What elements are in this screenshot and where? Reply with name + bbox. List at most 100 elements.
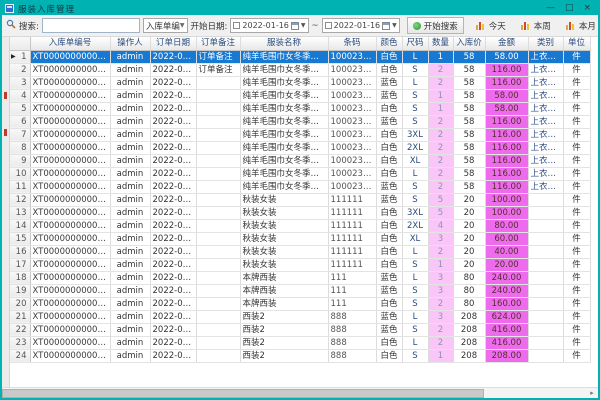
column-header[interactable]: 订单备注 <box>196 37 241 51</box>
grid-cell[interactable]: 100023767054 <box>328 128 377 142</box>
grid-cell[interactable]: 2XL <box>402 219 429 233</box>
grid-cell[interactable]: 纯羊毛围巾女冬季韩版加厚保... <box>240 102 329 116</box>
grid-cell[interactable]: 20 <box>453 232 486 246</box>
grid-cell[interactable]: 20 <box>453 245 486 259</box>
grid-cell[interactable]: 秋装女装 <box>240 219 329 233</box>
grid-cell[interactable] <box>528 271 564 285</box>
grid-cell[interactable] <box>528 245 564 259</box>
grid-cell[interactable]: 1 <box>428 258 454 272</box>
row-header[interactable]: 9 <box>10 154 31 168</box>
filter-month-button[interactable]: 本月 <box>560 17 600 34</box>
grid-cell[interactable]: 纯羊毛围巾女冬季韩版加厚保... <box>240 128 329 142</box>
column-header[interactable]: 服装名称 <box>240 37 329 51</box>
grid-cell[interactable]: 2 <box>428 63 454 77</box>
grid-cell[interactable]: admin <box>110 167 151 181</box>
grid-cell[interactable]: 上衣→女 <box>528 102 564 116</box>
grid-cell[interactable]: 上衣→女 <box>528 50 564 64</box>
grid-cell[interactable]: 116.00 <box>485 128 529 142</box>
grid-cell[interactable]: 件 <box>563 336 591 350</box>
grid-cell[interactable]: 80.00 <box>485 219 529 233</box>
table-row[interactable]: 12XT000000000004admin2022-01-04 秋装女装11111… <box>10 193 591 207</box>
chevron-down-icon[interactable]: ▼ <box>301 22 306 29</box>
table-row[interactable]: 13XT000000000004admin2022-01-04 秋装女装11111… <box>10 206 591 220</box>
grid-cell[interactable]: admin <box>110 297 151 311</box>
grid-cell[interactable] <box>196 271 241 285</box>
grid-cell[interactable]: 111111 <box>328 232 377 246</box>
grid-cell[interactable]: 3 <box>428 271 454 285</box>
grid-cell[interactable]: L <box>402 167 429 181</box>
table-row[interactable]: 23XT000000000001admin2022-01-04 西装2888白色L… <box>10 336 591 350</box>
grid-cell[interactable]: 2022-01-04 <box>150 271 197 285</box>
grid-cell[interactable]: 111 <box>328 271 377 285</box>
grid-cell[interactable]: XT000000000010 <box>30 89 111 103</box>
grid-cell[interactable]: XT000000000012 <box>30 50 111 64</box>
grid-cell[interactable]: 上衣→女 <box>528 89 564 103</box>
grid-cell[interactable]: 2022-01-11 <box>150 154 197 168</box>
grid-cell[interactable]: 80 <box>453 297 486 311</box>
grid-cell[interactable]: 240.00 <box>485 271 529 285</box>
grid-cell[interactable]: 白色 <box>376 206 403 220</box>
grid-cell[interactable]: 秋装女装 <box>240 193 329 207</box>
grid-cell[interactable]: 208 <box>453 310 486 324</box>
grid-cell[interactable]: 上衣→女 <box>528 115 564 129</box>
grid-cell[interactable]: XT000000000004 <box>30 193 111 207</box>
grid-cell[interactable]: 1 <box>428 89 454 103</box>
grid-cell[interactable]: 2022-01-04 <box>150 193 197 207</box>
grid-cell[interactable]: 上衣→女 <box>528 167 564 181</box>
grid-cell[interactable]: XT000000000001 <box>30 349 111 363</box>
grid-cell[interactable] <box>196 284 241 298</box>
grid-cell[interactable]: 订单备注 <box>196 50 241 64</box>
grid-cell[interactable]: 416.00 <box>485 336 529 350</box>
grid-cell[interactable]: 2 <box>428 180 454 194</box>
grid-cell[interactable]: XT000000000002 <box>30 271 111 285</box>
grid-cell[interactable]: 件 <box>563 219 591 233</box>
grid-cell[interactable] <box>528 258 564 272</box>
grid-cell[interactable]: XT000000000002 <box>30 284 111 298</box>
grid-cell[interactable]: XT000000000009 <box>30 128 111 142</box>
grid-cell[interactable]: 100023767054 <box>328 89 377 103</box>
grid-cell[interactable]: 116.00 <box>485 115 529 129</box>
grid-cell[interactable]: 116.00 <box>485 167 529 181</box>
grid-cell[interactable]: 2 <box>428 141 454 155</box>
grid-cell[interactable]: L <box>402 245 429 259</box>
grid-cell[interactable]: XT000000000006 <box>30 167 111 181</box>
grid-cell[interactable]: 白色 <box>376 219 403 233</box>
grid-cell[interactable]: 上衣→女 <box>528 63 564 77</box>
grid-cell[interactable]: 58 <box>453 180 486 194</box>
grid-cell[interactable]: 20 <box>453 193 486 207</box>
grid-cell[interactable]: admin <box>110 323 151 337</box>
grid-cell[interactable]: admin <box>110 310 151 324</box>
grid-cell[interactable]: L <box>402 50 429 64</box>
grid-cell[interactable]: 2022-01-04 <box>150 310 197 324</box>
filter-today-button[interactable]: 今天 <box>470 17 512 34</box>
grid-cell[interactable]: 2 <box>428 297 454 311</box>
grid-cell[interactable]: admin <box>110 76 151 90</box>
grid-cell[interactable]: 2022-01-04 <box>150 206 197 220</box>
grid-cell[interactable]: 2022-01-04 <box>150 297 197 311</box>
grid-cell[interactable]: XL <box>402 154 429 168</box>
column-header[interactable]: 单位 <box>563 37 591 51</box>
row-header[interactable]: 23 <box>10 336 31 350</box>
grid-cell[interactable]: 2022-01-14 <box>150 63 197 77</box>
grid-cell[interactable] <box>528 206 564 220</box>
column-header[interactable]: 尺码 <box>402 37 429 51</box>
grid-cell[interactable]: 西装2 <box>240 349 329 363</box>
grid-cell[interactable]: 2 <box>428 115 454 129</box>
scroll-right-arrow[interactable]: ▸ <box>587 388 597 398</box>
grid-cell[interactable]: 2 <box>428 76 454 90</box>
grid-cell[interactable]: 件 <box>563 180 591 194</box>
grid-cell[interactable]: 2 <box>428 245 454 259</box>
grid-cell[interactable]: 100023767054 <box>328 141 377 155</box>
grid-cell[interactable]: 件 <box>563 128 591 142</box>
row-header[interactable]: 15 <box>10 232 31 246</box>
grid-cell[interactable]: admin <box>110 89 151 103</box>
grid-cell[interactable]: 100023767054 <box>328 50 377 64</box>
table-row[interactable]: 17XT000000000003admin2022-01-04秋装女装11111… <box>10 258 591 272</box>
table-row[interactable]: 4XT000000000010admin2022-01-11 纯羊毛围巾女冬季韩版… <box>10 89 591 103</box>
row-header[interactable]: 3 <box>10 76 31 90</box>
row-header[interactable]: 18 <box>10 271 31 285</box>
date-from-checkbox[interactable] <box>233 22 241 29</box>
maximize-button[interactable]: □ <box>565 4 574 13</box>
grid-cell[interactable]: admin <box>110 50 151 64</box>
grid-cell[interactable] <box>528 284 564 298</box>
